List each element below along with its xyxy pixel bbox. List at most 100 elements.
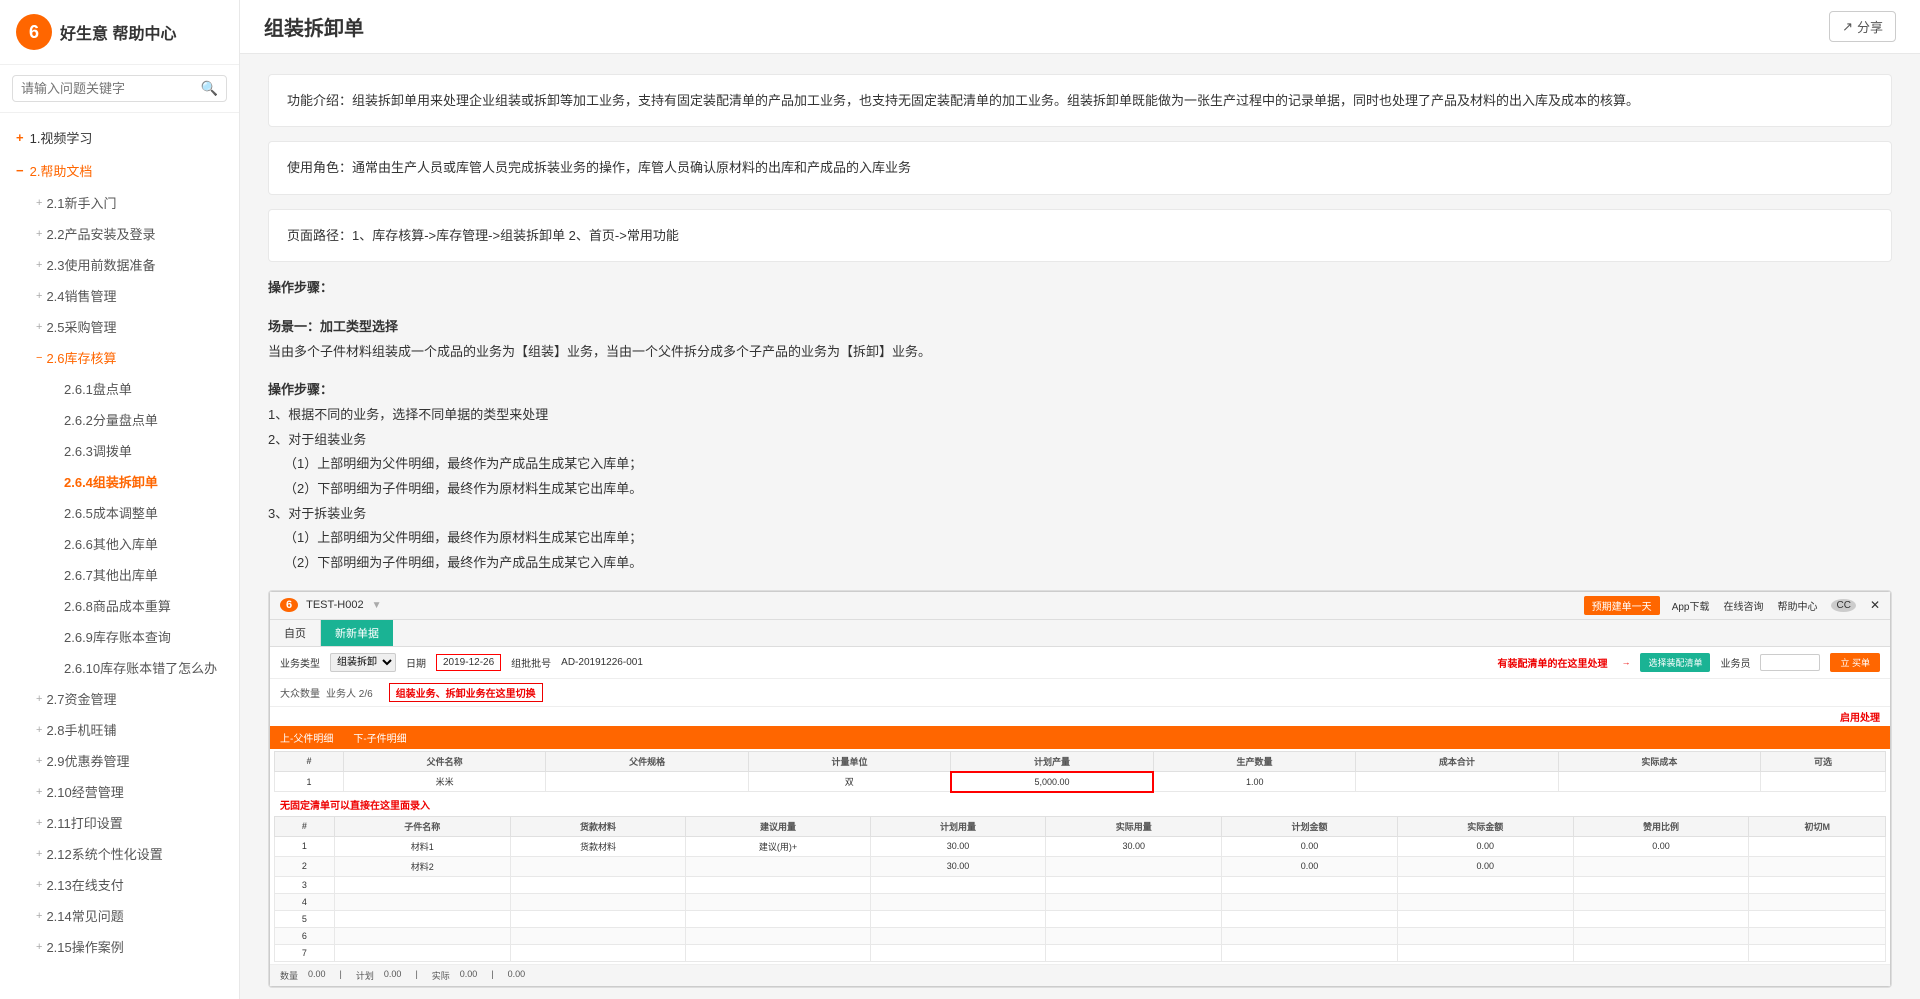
child-minus-icon: −	[36, 352, 42, 364]
cell-parent-name: 米米	[343, 772, 545, 792]
child-plus-icon: +	[36, 259, 42, 271]
sidebar-item-2.6.1[interactable]: 2.6.1盘点单	[56, 373, 239, 404]
app-tab-new[interactable]: 新新单据	[321, 620, 393, 646]
annotation3-label: 启用处理	[1840, 709, 1880, 724]
sidebar-item-2.6[interactable]: − 2.6库存核算	[28, 342, 239, 373]
sidebar-item-2.4[interactable]: + 2.4销售管理	[28, 280, 239, 311]
sidebar-item-2.6.3[interactable]: 2.6.3调拨单	[56, 435, 239, 466]
lcol-name: 子件名称	[334, 816, 510, 836]
sidebar-item-2.6.8[interactable]: 2.6.8商品成本重算	[56, 590, 239, 621]
search-icon[interactable]: 🔍	[201, 80, 218, 97]
nav-tree: + 1.视频学习 − 2.帮助文档 + 2.1新手入门 + 2.2产品安装及登录…	[0, 113, 239, 999]
path-block: 页面路径：1、库存核算->库存管理->组装拆卸单 2、首页->常用功能	[268, 209, 1892, 262]
annotation4-row: 无固定清单可以直接在这里面录入	[270, 795, 1890, 814]
app-topbar-sep: ▼	[372, 600, 382, 611]
footer-actual-val: 0.00	[460, 969, 478, 982]
table-row: 7	[275, 944, 1886, 961]
lcol-plan-amt: 计划金额	[1222, 816, 1398, 836]
lcol-num: #	[275, 816, 335, 836]
app-topbar-help[interactable]: 帮助中心	[1777, 598, 1817, 613]
sidebar-item-2.6.4[interactable]: 2.6.4组装拆卸单	[56, 466, 239, 497]
cell-opts	[1761, 772, 1886, 792]
child-plus-icon: +	[36, 817, 42, 829]
sidebar-item-2.10[interactable]: + 2.10经营管理	[28, 776, 239, 807]
sidebar: 6 好生意 帮助中心 🔍 + 1.视频学习 − 2.帮助文档 + 2.1新手入门…	[0, 0, 240, 999]
footer-sep3: |	[491, 969, 493, 982]
lower-tab-label: 下-子件明细	[353, 730, 406, 745]
sidebar-item-2.13[interactable]: + 2.13在线支付	[28, 869, 239, 900]
sidebar-item-label: 2.帮助文档	[30, 161, 93, 180]
col-parent-spec: 父件规格	[546, 751, 748, 772]
share-button[interactable]: ↗ 分享	[1829, 11, 1896, 42]
step3-2: （2）下部明细为子件明细，最终作为产成品生成某它入库单。	[284, 551, 1892, 576]
sidebar-item-2.6.2[interactable]: 2.6.2分量盘点单	[56, 404, 239, 435]
cell-cost-total	[1356, 772, 1558, 792]
child-plus-icon: +	[36, 197, 42, 209]
sidebar-item-2.6.6[interactable]: 2.6.6其他入库单	[56, 528, 239, 559]
select-list-btn[interactable]: 选择装配清单	[1640, 653, 1710, 672]
topbar: 组装拆卸单 ↗ 分享	[240, 0, 1920, 54]
ops-block: 操作步骤：	[268, 276, 1892, 301]
table-row: 1 材料1 货款材料 建议(用)+ 30.00 30.00 0.00 0.00 …	[275, 836, 1886, 856]
sidebar-item-2.2[interactable]: + 2.2产品安装及登录	[28, 218, 239, 249]
intro-block: 功能介绍：组装拆卸单用来处理企业组装或拆卸等加工业务，支持有固定装配清单的产品加…	[268, 74, 1892, 127]
scene-desc: 当由多个子件材料组装成一个成品的业务为【组装】业务，当由一个父件拆分成多个子产品…	[268, 340, 1892, 365]
type-switch-label: 大众数量	[280, 685, 320, 700]
app-topbar-app-dl[interactable]: App下载	[1672, 598, 1710, 613]
sidebar-item-video[interactable]: + 1.视频学习	[0, 121, 239, 154]
table-row: 1 米米 双 5,000.00 1.00	[275, 772, 1886, 792]
app-topbar: 6 TEST-H002 ▼ 预期建单一天 App下载 在线咨询 帮助中心 CC …	[270, 592, 1890, 620]
cell-num: 1	[275, 772, 344, 792]
search-input[interactable]	[21, 81, 201, 96]
sidebar-item-2.7[interactable]: + 2.7资金管理	[28, 683, 239, 714]
form-salesman-label: 业务员	[1720, 655, 1750, 670]
col-unit: 计量单位	[748, 751, 950, 772]
sidebar-item-2.8[interactable]: + 2.8手机旺铺	[28, 714, 239, 745]
sidebar-item-2.6.7[interactable]: 2.6.7其他出库单	[56, 559, 239, 590]
app-topbar-online[interactable]: 在线咨询	[1723, 598, 1763, 613]
app-topbar-btn1[interactable]: 预期建单一天	[1584, 596, 1660, 615]
footer-qty-label: 数量	[280, 969, 298, 982]
lcell-1-mat: 货款材料	[510, 836, 686, 856]
sidebar-item-2.5[interactable]: + 2.5采购管理	[28, 311, 239, 342]
nav-2.6-children: 2.6.1盘点单 2.6.2分量盘点单 2.6.3调拨单 2.6.4组装拆卸单 …	[28, 373, 239, 683]
child-plus-icon: +	[36, 910, 42, 922]
cell-parent-spec	[546, 772, 748, 792]
form-value-date: 2019-12-26	[436, 654, 501, 671]
lcell-1-ratio: 0.00	[1573, 836, 1749, 856]
form-select-type[interactable]: 组装拆卸	[330, 653, 396, 672]
lcell-2-actual-amt: 0.00	[1397, 856, 1573, 876]
lcell-1-cut	[1749, 836, 1886, 856]
screenshot-container: 6 TEST-H002 ▼ 预期建单一天 App下载 在线咨询 帮助中心 CC …	[268, 590, 1892, 988]
annotation4-label: 无固定清单可以直接在这里面录入	[280, 801, 430, 812]
annotation3-row: 启用处理	[270, 707, 1890, 726]
role-block: 使用角色：通常由生产人员或库管人员完成拆装业务的操作，库管人员确认原材料的出库和…	[268, 141, 1892, 194]
sidebar-item-2.12[interactable]: + 2.12系统个性化设置	[28, 838, 239, 869]
sidebar-item-2.1[interactable]: + 2.1新手入门	[28, 187, 239, 218]
app-nav-tabs: 自页 新新单据	[270, 620, 1890, 647]
col-plan-qty: 计划产量	[951, 751, 1154, 772]
sidebar-item-2.14[interactable]: + 2.14常见问题	[28, 900, 239, 931]
sidebar-item-2.15[interactable]: + 2.15操作案例	[28, 931, 239, 962]
footer-qty-val: 0.00	[308, 969, 326, 982]
sidebar-item-2.6.5[interactable]: 2.6.5成本调整单	[56, 497, 239, 528]
confirm-btn[interactable]: 立 买单	[1830, 653, 1880, 672]
lcol-plan: 计划用量	[870, 816, 1046, 836]
form-salesman-input[interactable]	[1760, 654, 1820, 671]
child-plus-icon: +	[36, 755, 42, 767]
sidebar-item-2.3[interactable]: + 2.3使用前数据准备	[28, 249, 239, 280]
logo-text: 好生意 帮助中心	[60, 20, 176, 44]
app-close-icon[interactable]: ✕	[1870, 598, 1880, 612]
sidebar-item-docs[interactable]: − 2.帮助文档	[0, 154, 239, 187]
app-tab-home[interactable]: 自页	[270, 620, 321, 646]
child-plus-icon: +	[36, 941, 42, 953]
child-plus-icon: +	[36, 290, 42, 302]
path-text: 页面路径：1、库存核算->库存管理->组装拆卸单 2、首页->常用功能	[287, 224, 1873, 247]
col-cost-total: 成本合计	[1356, 751, 1558, 772]
search-box[interactable]: 🔍	[12, 75, 227, 102]
sidebar-item-2.6.9[interactable]: 2.6.9库存账本查询	[56, 621, 239, 652]
sidebar-item-2.9[interactable]: + 2.9优惠券管理	[28, 745, 239, 776]
share-icon: ↗	[1842, 19, 1853, 35]
sidebar-item-2.11[interactable]: + 2.11打印设置	[28, 807, 239, 838]
sidebar-item-2.6.10[interactable]: 2.6.10库存账本错了怎么办	[56, 652, 239, 683]
